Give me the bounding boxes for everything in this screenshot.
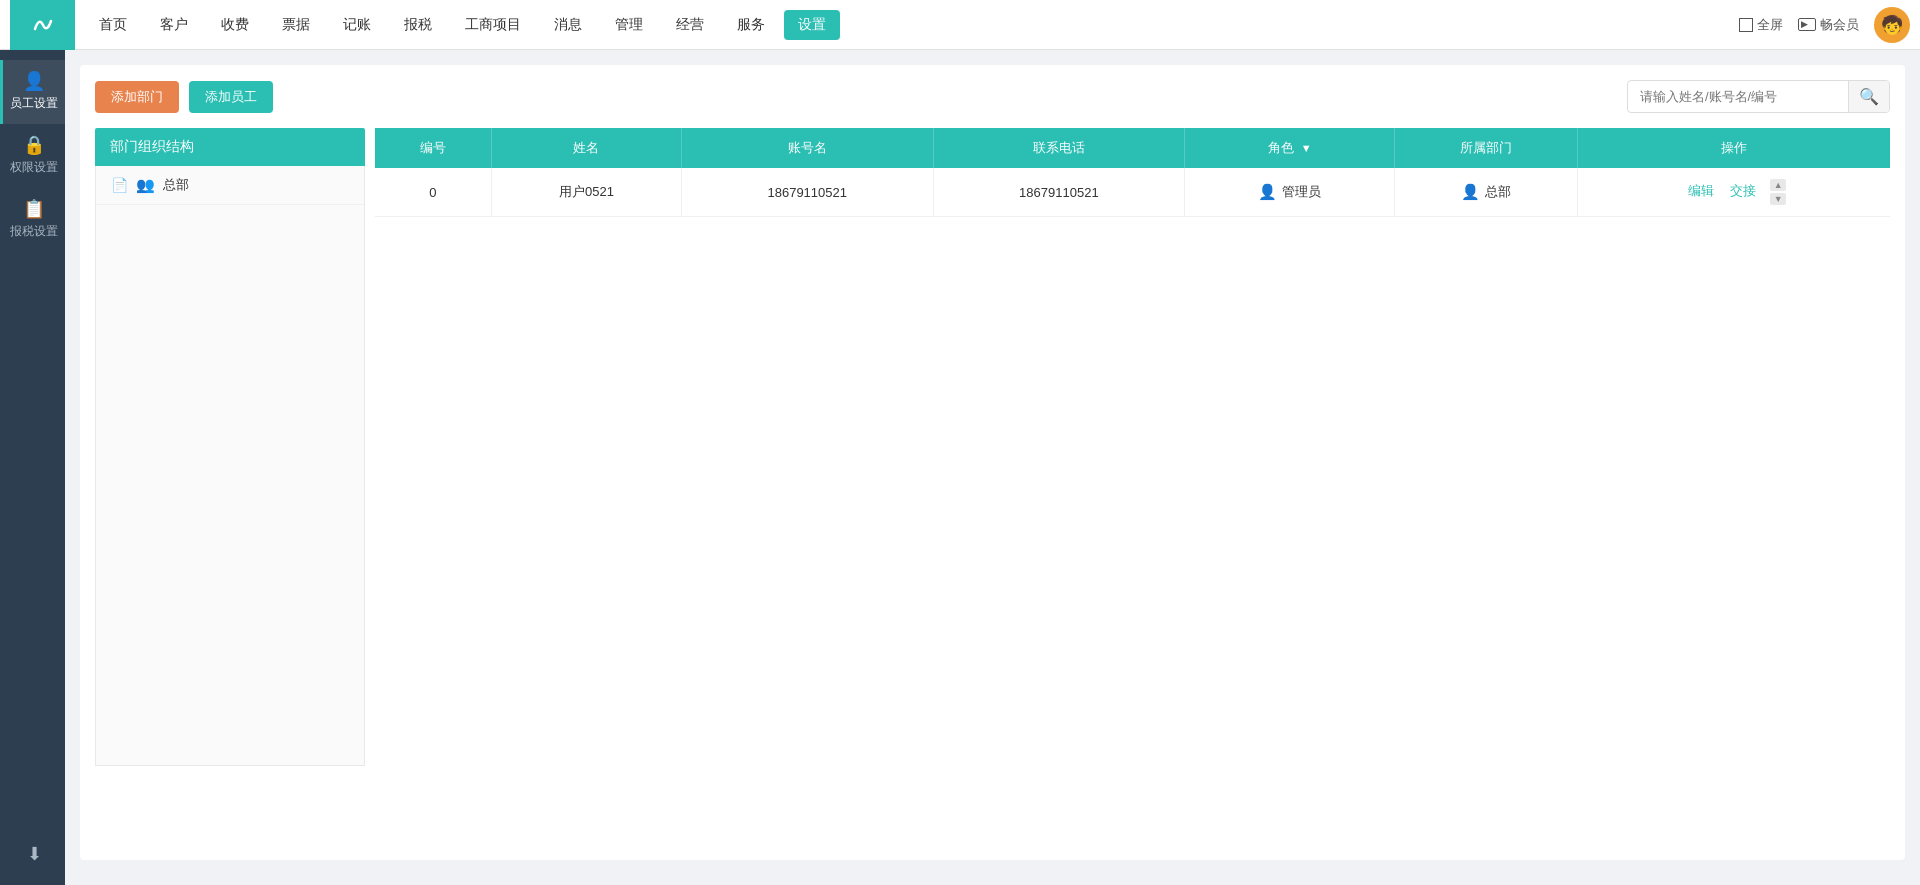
nav-customer[interactable]: 客户	[146, 10, 202, 40]
role-badge: 👤 管理员	[1258, 183, 1321, 201]
cell-id: 0	[375, 168, 491, 217]
scroll-controls: ▲ ▼	[1770, 179, 1786, 205]
vip-button[interactable]: ▶ 畅会员	[1798, 16, 1859, 34]
cell-role: 👤 管理员	[1185, 168, 1395, 217]
dept-file-icon: 📄	[111, 177, 128, 193]
dept-name: 总部	[163, 176, 189, 194]
search-box: 🔍	[1627, 80, 1890, 113]
col-dept: 所属部门	[1395, 128, 1578, 168]
nav-ticket[interactable]: 票据	[268, 10, 324, 40]
nav-items: 首页 客户 收费 票据 记账 报税 工商项目 消息 管理 经营 服务 设置	[85, 10, 1739, 40]
fullscreen-icon	[1739, 18, 1753, 32]
filter-icon: ▼	[1301, 142, 1312, 154]
emp-table-panel: 编号 姓名 账号名 联系电话 角	[375, 128, 1890, 766]
cell-dept: 👤 总部	[1395, 168, 1578, 217]
col-id: 编号	[375, 128, 491, 168]
cell-name: 用户0521	[491, 168, 681, 217]
download-icon: ⬇	[27, 845, 42, 863]
avatar[interactable]: 🧒	[1874, 7, 1910, 43]
vip-icon: ▶	[1798, 18, 1816, 31]
search-input[interactable]	[1628, 83, 1848, 110]
nav-service[interactable]: 服务	[723, 10, 779, 40]
cell-phone: 18679110521	[933, 168, 1185, 217]
nav-fee[interactable]: 收费	[207, 10, 263, 40]
col-role[interactable]: 角色 ▼	[1185, 128, 1395, 168]
dept-badge: 👤 总部	[1461, 183, 1511, 201]
two-col-layout: 部门组织结构 📄 👥 总部 编号	[95, 128, 1890, 766]
fullscreen-label: 全屏	[1757, 16, 1783, 34]
sidebar-item-employee[interactable]: 👤 员工设置	[0, 60, 65, 124]
employee-icon: 👤	[23, 72, 45, 90]
sidebar-item-permission[interactable]: 🔒 权限设置	[0, 124, 65, 188]
sidebar-employee-label: 员工设置	[10, 95, 58, 112]
nav-message[interactable]: 消息	[540, 10, 596, 40]
nav-manage[interactable]: 管理	[601, 10, 657, 40]
sidebar-taxsettings-label: 报税设置	[10, 223, 58, 240]
content-area: 添加部门 添加员工 🔍 部门组织结构 📄 👥	[80, 65, 1905, 860]
cell-account: 18679110521	[681, 168, 933, 217]
search-icon: 🔍	[1859, 88, 1879, 105]
dept-user-icon: 👥	[136, 176, 155, 194]
search-button[interactable]: 🔍	[1848, 81, 1889, 112]
cell-ops: 编辑 交接 ▲ ▼	[1578, 168, 1890, 217]
col-account: 账号名	[681, 128, 933, 168]
col-ops: 操作	[1578, 128, 1890, 168]
dept-tree: 📄 👥 总部	[95, 166, 365, 766]
add-emp-button[interactable]: 添加员工	[189, 81, 273, 113]
sidebar: 👤 员工设置 🔒 权限设置 📋 报税设置 ⬇	[0, 50, 65, 885]
nav-operation[interactable]: 经营	[662, 10, 718, 40]
dept-panel: 部门组织结构 📄 👥 总部	[95, 128, 365, 766]
fullscreen-button[interactable]: 全屏	[1739, 16, 1783, 34]
col-name: 姓名	[491, 128, 681, 168]
main-content: 添加部门 添加员工 🔍 部门组织结构 📄 👥	[65, 50, 1920, 885]
add-dept-button[interactable]: 添加部门	[95, 81, 179, 113]
edit-link[interactable]: 编辑	[1688, 183, 1714, 198]
col-phone: 联系电话	[933, 128, 1185, 168]
dept-user-icon: 👤	[1461, 183, 1480, 201]
vip-label: 畅会员	[1820, 16, 1859, 34]
scroll-up-btn[interactable]: ▲	[1770, 179, 1786, 191]
toolbar: 添加部门 添加员工 🔍	[95, 80, 1890, 113]
logo	[10, 0, 75, 50]
nav-tax[interactable]: 报税	[390, 10, 446, 40]
avatar-icon: 🧒	[1881, 14, 1903, 36]
sidebar-bottom-action[interactable]: ⬇	[0, 833, 65, 875]
nav-settings[interactable]: 设置	[784, 10, 840, 40]
nav-home[interactable]: 首页	[85, 10, 141, 40]
top-navbar: 首页 客户 收费 票据 记账 报税 工商项目 消息 管理 经营 服务 设置 全屏…	[0, 0, 1920, 50]
toolbar-left: 添加部门 添加员工	[95, 81, 273, 113]
sidebar-permission-label: 权限设置	[10, 159, 58, 176]
table-row: 0 用户0521 18679110521 18679110521	[375, 168, 1890, 217]
emp-table: 编号 姓名 账号名 联系电话 角	[375, 128, 1890, 217]
dept-tree-item[interactable]: 📄 👥 总部	[96, 166, 364, 205]
scroll-down-btn[interactable]: ▼	[1770, 193, 1786, 205]
nav-right-actions: 全屏 ▶ 畅会员 🧒	[1739, 7, 1910, 43]
sidebar-item-taxsettings[interactable]: 📋 报税设置	[0, 188, 65, 252]
table-header-row: 编号 姓名 账号名 联系电话 角	[375, 128, 1890, 168]
dept-panel-title: 部门组织结构	[110, 138, 194, 154]
handover-link[interactable]: 交接	[1730, 183, 1756, 198]
taxsettings-icon: 📋	[23, 200, 45, 218]
dept-panel-header: 部门组织结构	[95, 128, 365, 166]
nav-business[interactable]: 工商项目	[451, 10, 535, 40]
nav-bookkeeping[interactable]: 记账	[329, 10, 385, 40]
role-user-icon: 👤	[1258, 183, 1277, 201]
permission-icon: 🔒	[23, 136, 45, 154]
